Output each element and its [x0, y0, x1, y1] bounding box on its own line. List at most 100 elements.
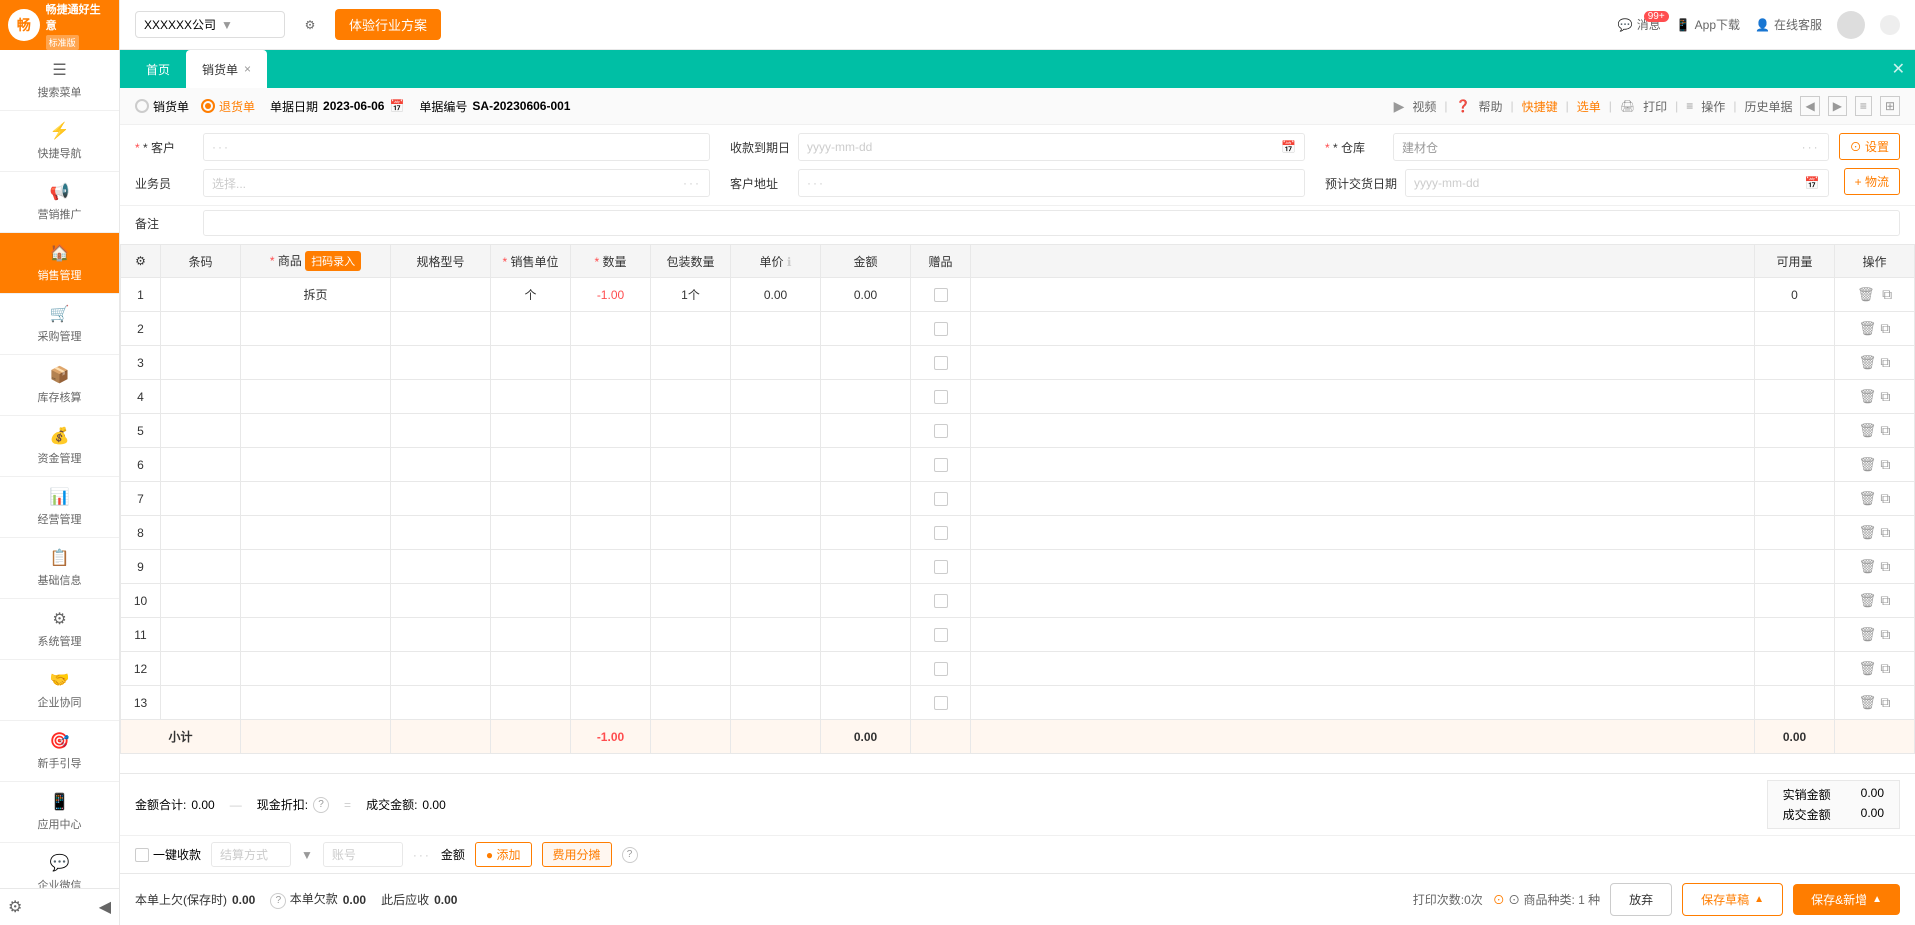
- settings-button[interactable]: ⊙ 设置: [1839, 133, 1900, 160]
- select-link[interactable]: 选单: [1577, 98, 1601, 115]
- prev-record-icon[interactable]: ◀: [1800, 96, 1819, 116]
- delete-row-button[interactable]: 🗑: [1857, 420, 1879, 441]
- delete-row-button[interactable]: 🗑: [1857, 658, 1879, 679]
- payment-method-dropdown[interactable]: ▼: [301, 848, 313, 862]
- delete-row-button[interactable]: 🗑: [1857, 318, 1879, 339]
- sidebar-item-base-info[interactable]: 📋 基础信息: [0, 538, 119, 599]
- copy-row-button[interactable]: ⧉: [1878, 556, 1892, 577]
- calendar-due-icon[interactable]: 📅: [1281, 140, 1296, 154]
- delete-row-button[interactable]: 🗑: [1857, 692, 1879, 713]
- print-link[interactable]: 打印: [1643, 98, 1667, 115]
- price-info-icon[interactable]: ℹ: [787, 255, 792, 269]
- tab-home[interactable]: 首页: [130, 50, 186, 88]
- sidebar-item-system[interactable]: ⚙ 系统管理: [0, 599, 119, 660]
- delete-row-button[interactable]: 🗑: [1857, 352, 1879, 373]
- sidebar-item-sales-mgmt[interactable]: 🏠 销售管理: [0, 233, 119, 294]
- copy-row-button[interactable]: ⧉: [1880, 284, 1894, 305]
- grid-view-icon[interactable]: ⊞: [1880, 96, 1900, 116]
- add-payment-button[interactable]: ● 添加: [475, 842, 532, 867]
- sidebar-item-wechat-biz[interactable]: 💬 企业微信: [0, 843, 119, 888]
- copy-row-button[interactable]: ⧉: [1878, 658, 1892, 679]
- video-link[interactable]: 视频: [1412, 98, 1436, 115]
- radio-return-order[interactable]: 退货单: [201, 98, 255, 115]
- copy-row-button[interactable]: ⧉: [1878, 420, 1892, 441]
- row-qty[interactable]: -1.00: [571, 278, 651, 312]
- tab-close-icon[interactable]: ×: [244, 62, 251, 76]
- copy-row-button[interactable]: ⧉: [1878, 590, 1892, 611]
- expected-date-input[interactable]: yyyy-mm-dd 📅: [1405, 169, 1829, 197]
- one-click-checkbox[interactable]: [135, 848, 149, 862]
- sidebar-item-enterprise[interactable]: 🤝 企业协同: [0, 660, 119, 721]
- close-all-button[interactable]: ✕: [1892, 59, 1905, 79]
- sidebar-item-inventory[interactable]: 📦 库存核算: [0, 355, 119, 416]
- scan-button[interactable]: 扫码录入: [305, 251, 361, 271]
- delete-row-button[interactable]: 🗑: [1855, 284, 1877, 305]
- collapse-icon[interactable]: ◀: [99, 897, 111, 917]
- row-goods[interactable]: 拆页: [241, 278, 391, 312]
- app-download-button[interactable]: 📱 App下载: [1676, 16, 1740, 33]
- copy-row-button[interactable]: ⧉: [1878, 522, 1892, 543]
- message-button[interactable]: 💬 消息 99+: [1618, 16, 1661, 33]
- shortcut-link[interactable]: 快捷键: [1522, 98, 1558, 115]
- next-record-icon[interactable]: ▶: [1828, 96, 1847, 116]
- owe-help-icon[interactable]: ?: [270, 893, 286, 909]
- help-link[interactable]: 帮助: [1478, 98, 1502, 115]
- row-price[interactable]: 0.00: [731, 278, 821, 312]
- settings-bottom-icon[interactable]: ⚙: [8, 897, 22, 917]
- sidebar-item-quick-nav[interactable]: ⚡ 快捷导航: [0, 111, 119, 172]
- sidebar-item-purchase-mgmt[interactable]: 🛒 采购管理: [0, 294, 119, 355]
- list-view-icon[interactable]: ≡: [1855, 96, 1872, 116]
- settings-gear-button[interactable]: ⚙: [295, 10, 325, 40]
- due-date-input[interactable]: yyyy-mm-dd 📅: [798, 133, 1305, 161]
- sidebar-item-search-order[interactable]: ☰ 搜索菜单: [0, 50, 119, 111]
- row-barcode[interactable]: [161, 278, 241, 312]
- calendar-icon[interactable]: 📅: [389, 99, 404, 113]
- sidebar-item-operations[interactable]: 📊 经营管理: [0, 477, 119, 538]
- save-draft-button[interactable]: 保存草稿 ▲: [1682, 883, 1783, 916]
- remarks-input[interactable]: [203, 210, 1900, 236]
- calendar-expected-icon[interactable]: 📅: [1805, 176, 1820, 190]
- row-unit[interactable]: 个: [491, 278, 571, 312]
- user-avatar[interactable]: [1837, 11, 1865, 39]
- sidebar-item-marketing[interactable]: 📢 营销推广: [0, 172, 119, 233]
- delete-row-button[interactable]: 🗑: [1857, 624, 1879, 645]
- row-gift[interactable]: [911, 278, 971, 312]
- one-click-payment[interactable]: 一键收款: [135, 846, 201, 863]
- payment-method-input[interactable]: 结算方式: [211, 842, 291, 867]
- salesperson-input[interactable]: 选择... ···: [203, 169, 710, 197]
- online-service-button[interactable]: 👤 在线客服: [1755, 16, 1822, 33]
- delete-row-button[interactable]: 🗑: [1857, 488, 1879, 509]
- logistics-button[interactable]: + 物流: [1844, 168, 1900, 195]
- fee-split-button[interactable]: 费用分摊: [542, 842, 612, 867]
- radio-sales-order[interactable]: 销货单: [135, 98, 189, 115]
- th-settings[interactable]: ⚙: [121, 245, 161, 278]
- company-selector[interactable]: XXXXXX公司 ▼: [135, 11, 285, 38]
- copy-row-button[interactable]: ⧉: [1878, 692, 1892, 713]
- copy-row-button[interactable]: ⧉: [1878, 488, 1892, 509]
- operation-link[interactable]: 操作: [1701, 98, 1725, 115]
- sidebar-item-newbie[interactable]: 🎯 新手引导: [0, 721, 119, 782]
- row-spec[interactable]: [391, 278, 491, 312]
- delete-row-button[interactable]: 🗑: [1857, 454, 1879, 475]
- tab-sales-order[interactable]: 销货单 ×: [186, 50, 267, 88]
- row-pkg-qty[interactable]: 1个: [651, 278, 731, 312]
- copy-row-button[interactable]: ⧉: [1878, 352, 1892, 373]
- experience-btn[interactable]: 体验行业方案: [335, 9, 441, 40]
- customer-address-input[interactable]: ···: [798, 169, 1305, 197]
- fee-help-icon[interactable]: ?: [622, 847, 638, 863]
- copy-row-button[interactable]: ⧉: [1878, 454, 1892, 475]
- delete-row-button[interactable]: 🗑: [1857, 556, 1879, 577]
- discount-help-icon[interactable]: ?: [313, 797, 329, 813]
- discard-button[interactable]: 放弃: [1610, 883, 1672, 916]
- sidebar-item-app-center[interactable]: 📱 应用中心: [0, 782, 119, 843]
- warehouse-input[interactable]: 建材仓 ···: [1393, 133, 1829, 161]
- copy-row-button[interactable]: ⧉: [1878, 386, 1892, 407]
- customer-input[interactable]: ···: [203, 133, 710, 161]
- delete-row-button[interactable]: 🗑: [1857, 590, 1879, 611]
- payment-account-input[interactable]: 账号: [323, 842, 403, 867]
- history-link[interactable]: 历史单据: [1744, 98, 1792, 115]
- delete-row-button[interactable]: 🗑: [1857, 386, 1879, 407]
- row-amount[interactable]: 0.00: [821, 278, 911, 312]
- save-new-button[interactable]: 保存&新增 ▲: [1793, 884, 1900, 915]
- delete-row-button[interactable]: 🗑: [1857, 522, 1879, 543]
